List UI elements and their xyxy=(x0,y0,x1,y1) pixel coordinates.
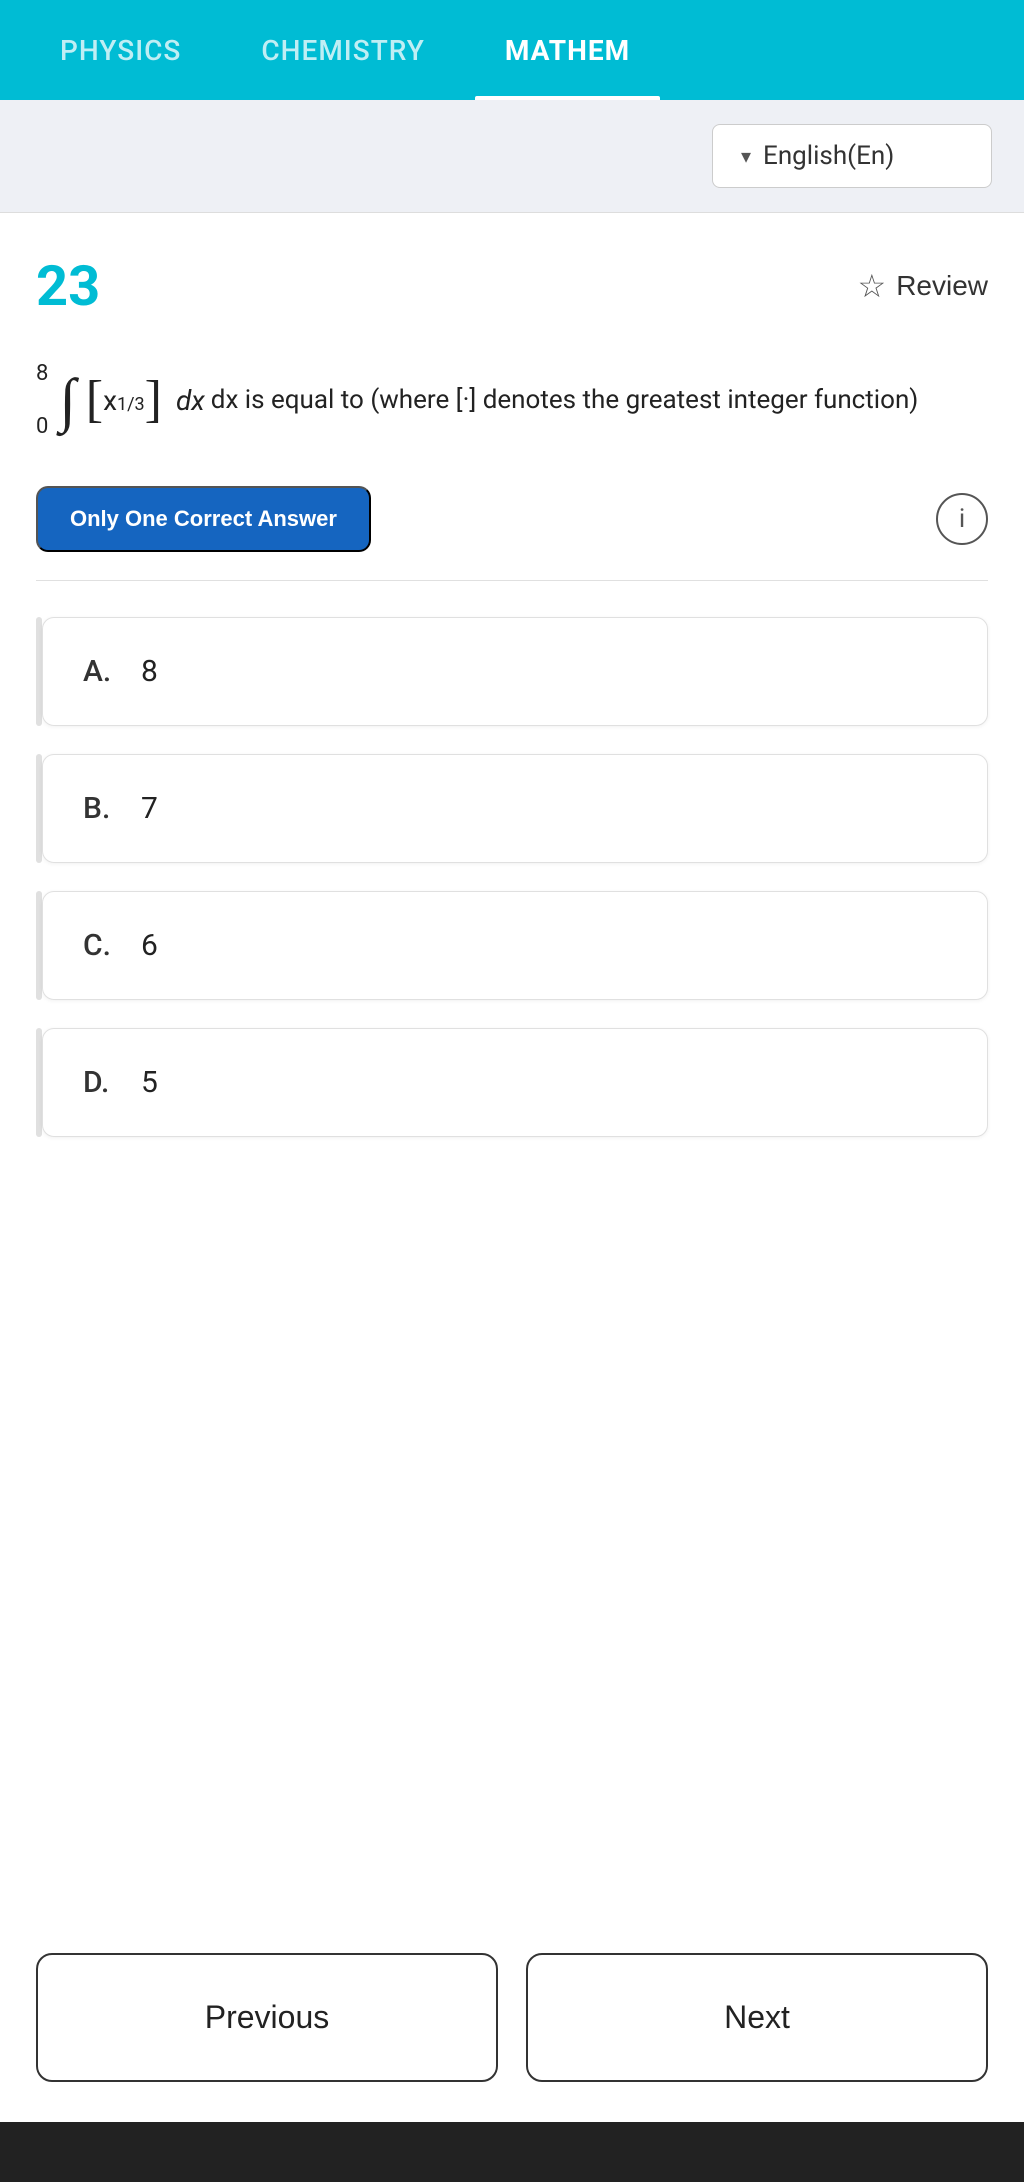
info-symbol: i xyxy=(959,504,965,534)
divider xyxy=(36,580,988,581)
info-icon[interactable]: i xyxy=(936,493,988,545)
question-text: 8 0 ∫ [ x1/3 ] dx dx is equal to (where … xyxy=(36,355,988,446)
integral-upper: 8 xyxy=(36,355,48,392)
option-letter-d: D. xyxy=(83,1065,113,1100)
option-value-a: 8 xyxy=(141,654,158,689)
nav-buttons: Previous Next xyxy=(0,1913,1024,2122)
question-header: 23 ☆ Review xyxy=(36,253,988,319)
tab-chemistry[interactable]: CHEMISTRY xyxy=(221,0,464,100)
chevron-down-icon: ▾ xyxy=(741,144,751,168)
option-letter-c: C. xyxy=(83,928,113,963)
option-row-c: C. 6 xyxy=(36,891,988,1000)
language-bar: ▾ English(En) xyxy=(0,100,1024,213)
option-value-b: 7 xyxy=(141,791,158,826)
language-selector[interactable]: ▾ English(En) xyxy=(712,124,992,188)
star-icon: ☆ xyxy=(858,267,887,305)
option-card-a[interactable]: A. 8 xyxy=(42,617,988,726)
options-list: A. 8 B. 7 C. 6 D. 5 xyxy=(36,617,988,1137)
integral-expression: 8 0 ∫ xyxy=(36,355,80,446)
option-card-b[interactable]: B. 7 xyxy=(42,754,988,863)
option-value-d: 5 xyxy=(141,1065,158,1100)
dx-text: dx xyxy=(176,377,205,425)
integral-sign: ∫ xyxy=(59,367,75,433)
bracket-expression: [ x1/3 ] xyxy=(86,374,162,426)
question-continuation: dx is equal to (where [·] denotes the gr… xyxy=(211,378,919,422)
review-label: Review xyxy=(896,270,988,302)
option-value-c: 6 xyxy=(141,928,158,963)
option-card-c[interactable]: C. 6 xyxy=(42,891,988,1000)
integral-limits: 8 0 xyxy=(36,355,48,446)
option-card-d[interactable]: D. 5 xyxy=(42,1028,988,1137)
language-label: English(En) xyxy=(763,141,894,171)
bottom-bar xyxy=(0,2122,1024,2182)
tab-physics[interactable]: PHYSICS xyxy=(20,0,221,100)
tab-physics-label: PHYSICS xyxy=(60,34,181,67)
tab-bar: PHYSICS CHEMISTRY MATHEM xyxy=(0,0,1024,100)
question-number: 23 xyxy=(36,253,100,319)
option-row-b: B. 7 xyxy=(36,754,988,863)
close-bracket: ] xyxy=(145,374,162,426)
main-content: 23 ☆ Review 8 0 ∫ [ x1/3 ] xyxy=(0,213,1024,1913)
open-bracket: [ xyxy=(86,374,103,426)
option-row-a: A. 8 xyxy=(36,617,988,726)
answer-type-row: Only One Correct Answer i xyxy=(36,486,988,552)
tab-mathematics[interactable]: MATHEM xyxy=(465,0,670,100)
option-row-d: D. 5 xyxy=(36,1028,988,1137)
x-power: x1/3 xyxy=(103,377,145,425)
answer-type-badge[interactable]: Only One Correct Answer xyxy=(36,486,371,552)
previous-button[interactable]: Previous xyxy=(36,1953,498,2082)
tab-mathematics-label: MATHEM xyxy=(505,34,630,67)
tab-chemistry-label: CHEMISTRY xyxy=(261,34,424,67)
review-button[interactable]: ☆ Review xyxy=(858,267,989,305)
integral-lower: 0 xyxy=(36,408,48,445)
next-button[interactable]: Next xyxy=(526,1953,988,2082)
option-letter-a: A. xyxy=(83,654,113,689)
option-letter-b: B. xyxy=(83,791,113,826)
